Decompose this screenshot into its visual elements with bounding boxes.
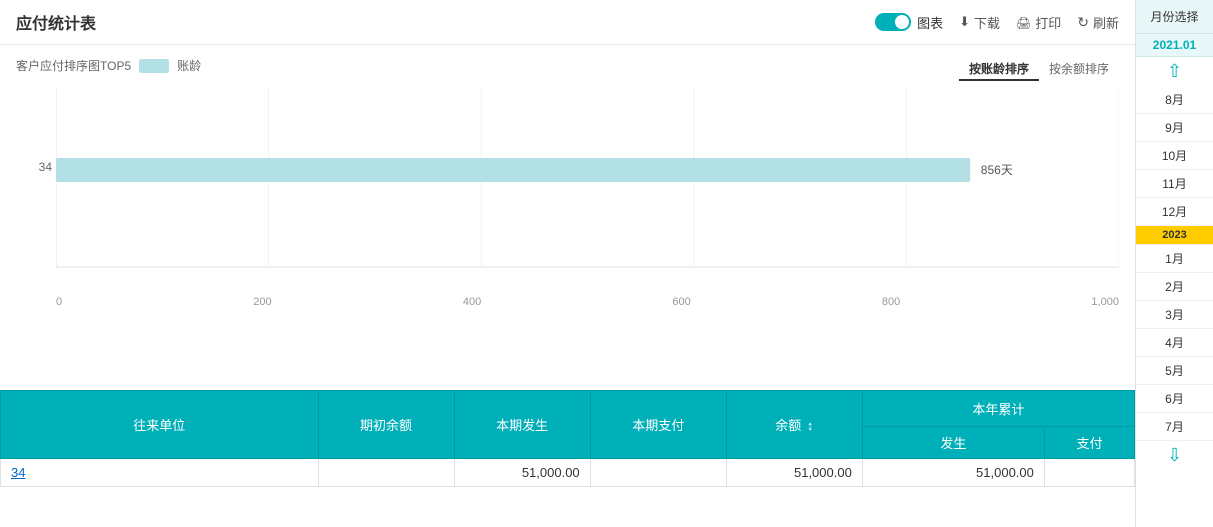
month-item-11[interactable]: 11月: [1136, 170, 1213, 198]
chart-toggle-group[interactable]: 图表: [875, 13, 943, 32]
page-title: 应付统计表: [16, 10, 96, 34]
nav-up-arrow[interactable]: ⇧: [1136, 57, 1213, 86]
col-balance-label: 余额: [775, 418, 801, 433]
month-item-12[interactable]: 12月: [1136, 198, 1213, 226]
cell-ytd-pay: [1044, 459, 1134, 487]
sidebar-header: 月份选择: [1136, 0, 1213, 34]
month-item-3[interactable]: 3月: [1136, 301, 1213, 329]
table-header-row-1: 往来单位 期初余额 本期发生 本期支付 余额 ↕ 本年累计: [1, 391, 1135, 427]
sort-by-amount-button[interactable]: 按余额排序: [1039, 58, 1119, 81]
download-icon: [959, 14, 970, 30]
header-actions: 图表 下载 打印 刷新: [875, 13, 1119, 32]
cell-ytd-occur: 51,000.00: [862, 459, 1044, 487]
col-ytd-occur-header: 发生: [862, 427, 1044, 459]
month-item-10[interactable]: 10月: [1136, 142, 1213, 170]
x-axis-200: 200: [253, 296, 271, 308]
legend-box: [139, 59, 169, 73]
download-button[interactable]: 下载: [959, 13, 1000, 32]
col-balance-header: 余额 ↕: [726, 391, 862, 459]
download-label: 下载: [974, 13, 1000, 32]
chart-container: 856天 34 0 200 400 600 800 1,000: [16, 88, 1119, 378]
page-header: 应付统计表 图表 下载 打印 刷新: [0, 0, 1135, 45]
x-axis-400: 400: [463, 296, 481, 308]
refresh-icon: [1077, 14, 1089, 31]
chart-toggle[interactable]: [875, 13, 911, 31]
data-table: 往来单位 期初余额 本期发生 本期支付 余额 ↕ 本年累计 发生 支付: [0, 390, 1135, 487]
cell-payment: [590, 459, 726, 487]
print-label: 打印: [1035, 13, 1061, 32]
month-item-5[interactable]: 5月: [1136, 357, 1213, 385]
sidebar-nav: ⇧ 8月 9月 10月 11月 12月 2023 1月 2月 3月 4月 5月 …: [1136, 57, 1213, 470]
year-marker-2023: 2023: [1136, 226, 1213, 245]
col-ytd-pay-header: 支付: [1044, 427, 1134, 459]
chart-toggle-label: 图表: [917, 13, 943, 32]
sort-controls: 按账龄排序 按余额排序: [959, 58, 1119, 81]
month-item-2[interactable]: 2月: [1136, 273, 1213, 301]
month-item-9[interactable]: 9月: [1136, 114, 1213, 142]
cell-opening: [318, 459, 454, 487]
y-axis-label: 34: [16, 160, 52, 174]
x-axis-800: 800: [882, 296, 900, 308]
nav-down-arrow[interactable]: ⇩: [1136, 441, 1213, 470]
sort-icon[interactable]: ↕: [807, 418, 814, 433]
refresh-button[interactable]: 刷新: [1077, 13, 1119, 32]
x-axis-600: 600: [672, 296, 690, 308]
print-icon: [1016, 15, 1031, 30]
sidebar-current-value: 2021.01: [1136, 34, 1213, 57]
chart-section: 客户应付排序图TOP5 账龄 按账龄排序 按余额排序: [0, 45, 1135, 390]
month-item-6[interactable]: 6月: [1136, 385, 1213, 413]
table-row: 34 51,000.00 51,000.00 51,000.00: [1, 459, 1135, 487]
cell-unit[interactable]: 34: [1, 459, 319, 487]
legend-box-label: 账龄: [177, 57, 201, 74]
col-ytd-header: 本年累计: [862, 391, 1134, 427]
chart-legend: 客户应付排序图TOP5 账龄: [16, 57, 201, 74]
col-payment-header: 本期支付: [590, 391, 726, 459]
cell-current: 51,000.00: [454, 459, 590, 487]
table-body: 34 51,000.00 51,000.00 51,000.00: [1, 459, 1135, 487]
table-section: 往来单位 期初余额 本期发生 本期支付 余额 ↕ 本年累计 发生 支付: [0, 390, 1135, 527]
x-axis-1000: 1,000: [1091, 296, 1119, 308]
month-item-8[interactable]: 8月: [1136, 86, 1213, 114]
col-current-header: 本期发生: [454, 391, 590, 459]
month-item-4[interactable]: 4月: [1136, 329, 1213, 357]
chart-grid-svg: 856天: [56, 88, 1119, 268]
month-item-7[interactable]: 7月: [1136, 413, 1213, 441]
svg-text:856天: 856天: [981, 163, 1013, 177]
sort-by-balance-button[interactable]: 按账龄排序: [959, 58, 1039, 81]
col-unit-header: 往来单位: [1, 391, 319, 459]
x-axis-0: 0: [56, 296, 62, 308]
col-opening-header: 期初余额: [318, 391, 454, 459]
month-item-1[interactable]: 1月: [1136, 245, 1213, 273]
sidebar: 月份选择 2021.01 ⇧ 8月 9月 10月 11月 12月 2023 1月…: [1135, 0, 1213, 527]
cell-balance: 51,000.00: [726, 459, 862, 487]
print-button[interactable]: 打印: [1016, 13, 1061, 32]
legend-text: 客户应付排序图TOP5: [16, 57, 131, 74]
refresh-label: 刷新: [1093, 13, 1119, 32]
x-axis: 0 200 400 600 800 1,000: [56, 296, 1119, 308]
